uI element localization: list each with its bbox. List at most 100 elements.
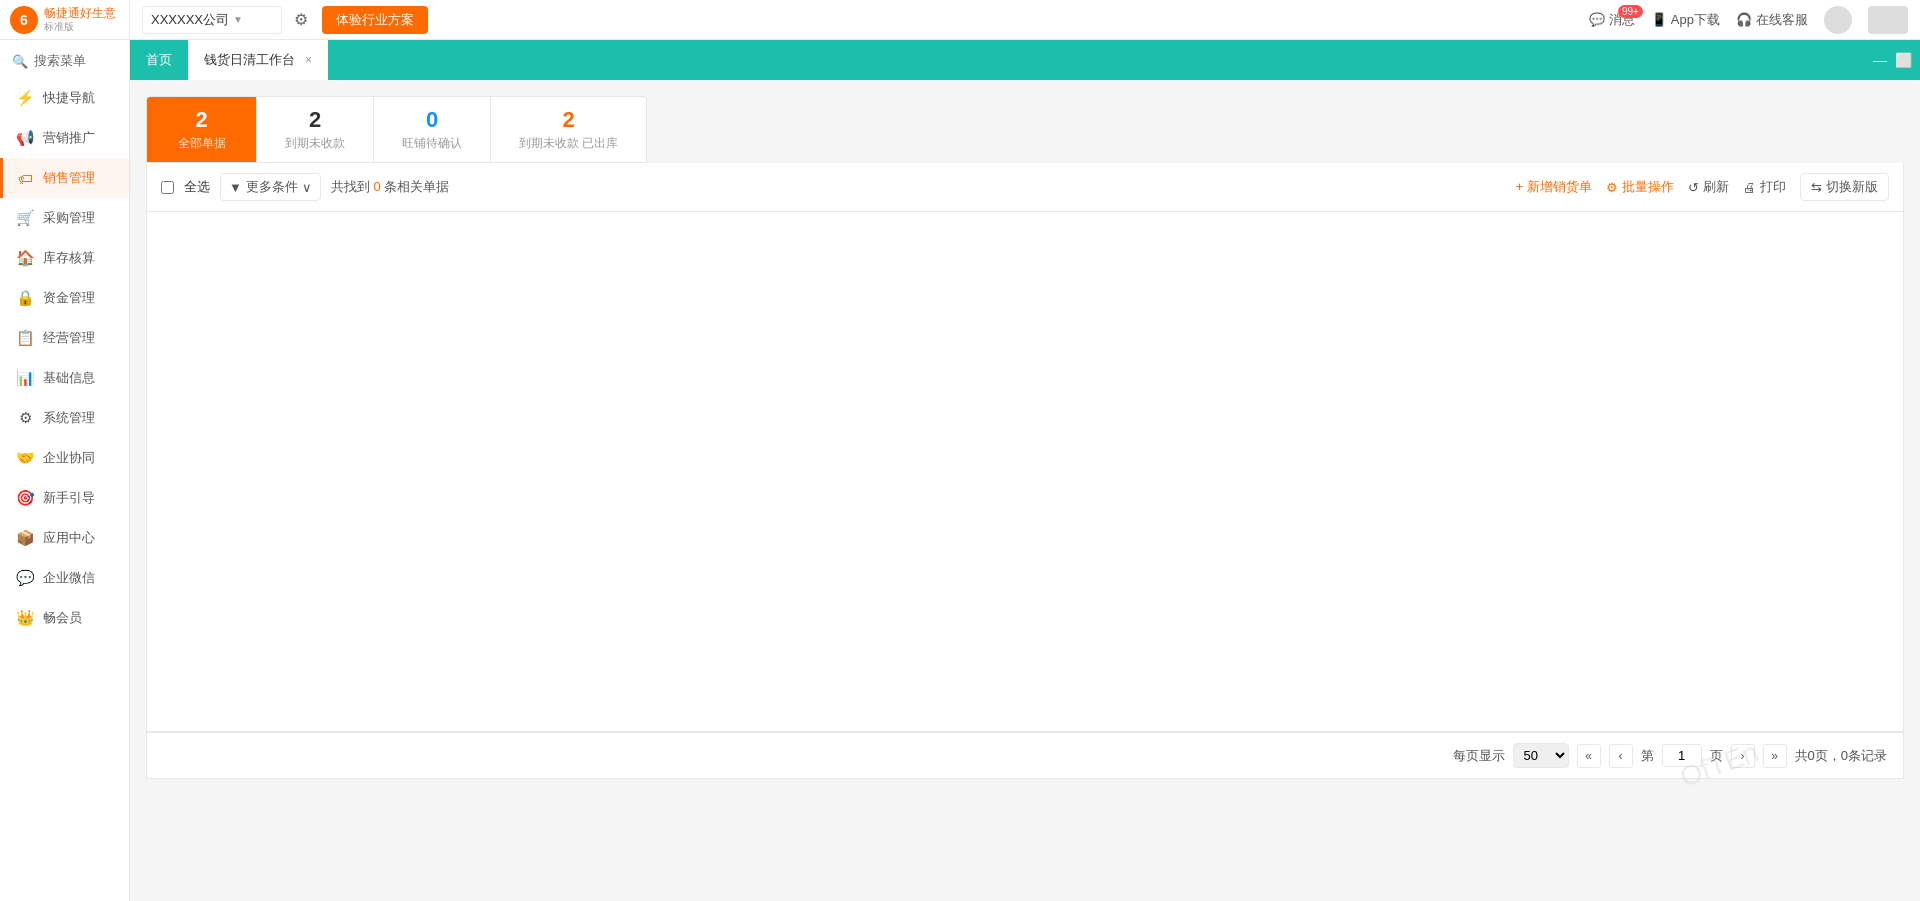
stat-label-all: 全部单据 bbox=[175, 135, 228, 152]
page-size-select[interactable]: 50 20 100 bbox=[1513, 743, 1569, 768]
sidebar-item-label: 企业微信 bbox=[43, 569, 95, 587]
stat-tab-overdue[interactable]: 2 到期未收款 bbox=[257, 97, 374, 162]
select-all-checkbox[interactable] bbox=[161, 181, 174, 194]
trial-button[interactable]: 体验行业方案 bbox=[322, 6, 428, 34]
search-menu[interactable]: 🔍 搜索菜单 bbox=[0, 44, 129, 78]
stats-tabs: 2 全部单据 2 到期未收款 0 旺铺待确认 2 到期未收款 已出库 bbox=[146, 96, 647, 163]
stat-tab-pending[interactable]: 0 旺铺待确认 bbox=[374, 97, 491, 162]
sales-icon: 🏷 bbox=[15, 168, 35, 188]
toolbar-right: + 新增销货单 ⚙ 批量操作 ↺ 刷新 🖨 打印 ⇆ 切换新版 bbox=[1516, 173, 1889, 201]
basic-info-icon: 📊 bbox=[15, 368, 35, 388]
toolbar-left: 全选 ▼ 更多条件 ∨ 共找到 0 条相关单据 bbox=[161, 173, 449, 201]
batch-icon: ⚙ bbox=[1606, 180, 1618, 195]
member-icon: 👑 bbox=[15, 608, 35, 628]
chevron-down-icon: ▼ bbox=[233, 14, 243, 25]
online-service-item[interactable]: 🎧 在线客服 bbox=[1736, 11, 1808, 29]
switch-icon: ⇆ bbox=[1811, 180, 1822, 195]
stat-num-out: 2 bbox=[519, 107, 618, 133]
batch-button[interactable]: ⚙ 批量操作 bbox=[1606, 178, 1674, 196]
dropdown-icon: ∨ bbox=[302, 180, 312, 195]
sidebar-item-sales[interactable]: 🏷 销售管理 bbox=[0, 158, 129, 198]
sidebar-item-beginner[interactable]: 🎯 新手引导 bbox=[0, 478, 129, 518]
app-center-icon: 📦 bbox=[15, 528, 35, 548]
sidebar-item-wechat[interactable]: 💬 企业微信 bbox=[0, 558, 129, 598]
tab-home[interactable]: 首页 bbox=[130, 40, 188, 80]
marketing-icon: 📢 bbox=[15, 128, 35, 148]
download-icon: 📱 bbox=[1651, 12, 1667, 27]
sidebar-item-inventory[interactable]: 🏠 库存核算 bbox=[0, 238, 129, 278]
messages-item[interactable]: 💬 消息 99+ bbox=[1589, 11, 1635, 29]
tab-label-cashier: 钱货日清工作台 bbox=[204, 51, 295, 69]
sidebar-item-label: 采购管理 bbox=[43, 209, 95, 227]
sidebar-item-enterprise[interactable]: 🤝 企业协同 bbox=[0, 438, 129, 478]
stat-num-pending: 0 bbox=[402, 107, 462, 133]
next-page-button[interactable]: › bbox=[1731, 744, 1755, 768]
settings-icon[interactable]: ⚙ bbox=[290, 6, 312, 33]
sidebar-item-member[interactable]: 👑 畅会员 bbox=[0, 598, 129, 638]
switch-version-button[interactable]: ⇆ 切换新版 bbox=[1800, 173, 1889, 201]
tab-close-cashier[interactable]: × bbox=[305, 53, 312, 67]
print-button[interactable]: 🖨 打印 bbox=[1743, 178, 1786, 196]
page-input[interactable] bbox=[1662, 744, 1702, 767]
stat-label-out: 到期未收款 已出库 bbox=[519, 135, 618, 152]
maximize-icon[interactable]: ⬜ bbox=[1895, 52, 1912, 68]
system-icon: ⚙ bbox=[15, 408, 35, 428]
tab-bar: 首页 钱货日清工作台 × — ⬜ bbox=[130, 40, 1920, 80]
company-selector[interactable]: XXXXXX公司 ▼ bbox=[142, 6, 282, 34]
sidebar-item-label: 营销推广 bbox=[43, 129, 95, 147]
sidebar-item-label: 系统管理 bbox=[43, 409, 95, 427]
filter-button[interactable]: ▼ 更多条件 ∨ bbox=[220, 173, 321, 201]
pagination-bar: 每页显示 50 20 100 « ‹ 第 页 › » 共0页，0条记录 bbox=[146, 732, 1904, 779]
avatar[interactable] bbox=[1824, 6, 1852, 34]
stat-num-all: 2 bbox=[175, 107, 228, 133]
first-page-button[interactable]: « bbox=[1577, 744, 1601, 768]
sidebar-item-label: 基础信息 bbox=[43, 369, 95, 387]
sidebar-item-operation[interactable]: 📋 经营管理 bbox=[0, 318, 129, 358]
sidebar-item-label: 销售管理 bbox=[43, 169, 95, 187]
refresh-icon: ↺ bbox=[1688, 180, 1699, 195]
sidebar-menu: 🔍 搜索菜单 ⚡ 快捷导航 📢 营销推广 🏷 销售管理 🛒 采购管理 🏠 库存核… bbox=[0, 40, 129, 901]
page-suffix: 页 bbox=[1710, 747, 1723, 765]
search-icon: 🔍 bbox=[12, 54, 28, 69]
table-area bbox=[146, 212, 1904, 732]
sidebar-item-finance[interactable]: 🔒 资金管理 bbox=[0, 278, 129, 318]
operation-icon: 📋 bbox=[15, 328, 35, 348]
inventory-icon: 🏠 bbox=[15, 248, 35, 268]
purchase-icon: 🛒 bbox=[15, 208, 35, 228]
minimize-icon[interactable]: — bbox=[1873, 52, 1887, 68]
add-order-button[interactable]: + 新增销货单 bbox=[1516, 178, 1592, 196]
main-content: 2 全部单据 2 到期未收款 0 旺铺待确认 2 到期未收款 已出库 全选 ▼ … bbox=[130, 80, 1920, 901]
tab-bar-actions: — ⬜ bbox=[1873, 52, 1920, 68]
message-icon: 💬 bbox=[1589, 12, 1605, 27]
app-download-item[interactable]: 📱 App下载 bbox=[1651, 11, 1720, 29]
tab-cashier[interactable]: 钱货日清工作台 × bbox=[188, 40, 328, 80]
sidebar-item-purchase[interactable]: 🛒 采购管理 bbox=[0, 198, 129, 238]
last-page-button[interactable]: » bbox=[1763, 744, 1787, 768]
sidebar-item-system[interactable]: ⚙ 系统管理 bbox=[0, 398, 129, 438]
sidebar-item-label: 库存核算 bbox=[43, 249, 95, 267]
company-name: XXXXXX公司 bbox=[151, 11, 229, 29]
stat-label-pending: 旺铺待确认 bbox=[402, 135, 462, 152]
top-bar: XXXXXX公司 ▼ ⚙ 体验行业方案 💬 消息 99+ 📱 App下载 🎧 在… bbox=[130, 0, 1920, 40]
prev-page-button[interactable]: ‹ bbox=[1609, 744, 1633, 768]
online-service-label: 在线客服 bbox=[1756, 11, 1808, 29]
stat-tab-out[interactable]: 2 到期未收款 已出库 bbox=[491, 97, 646, 162]
stat-num-overdue: 2 bbox=[285, 107, 345, 133]
page-label: 第 bbox=[1641, 747, 1654, 765]
tab-label-home: 首页 bbox=[146, 51, 172, 69]
stat-tab-all[interactable]: 2 全部单据 bbox=[147, 97, 257, 162]
finance-icon: 🔒 bbox=[15, 288, 35, 308]
user-name[interactable] bbox=[1868, 6, 1908, 34]
enterprise-icon: 🤝 bbox=[15, 448, 35, 468]
sidebar-item-label: 资金管理 bbox=[43, 289, 95, 307]
toolbar: 全选 ▼ 更多条件 ∨ 共找到 0 条相关单据 + 新增销货单 ⚙ 批量操作 ↺ bbox=[146, 163, 1904, 212]
logo-text: 畅捷通好生意 标准版 bbox=[44, 6, 116, 32]
messages-badge: 99+ bbox=[1618, 5, 1643, 18]
sidebar-item-label: 新手引导 bbox=[43, 489, 95, 507]
sidebar-item-basic-info[interactable]: 📊 基础信息 bbox=[0, 358, 129, 398]
sidebar-item-marketing[interactable]: 📢 营销推广 bbox=[0, 118, 129, 158]
sidebar-item-app-center[interactable]: 📦 应用中心 bbox=[0, 518, 129, 558]
sidebar-item-quick-nav[interactable]: ⚡ 快捷导航 bbox=[0, 78, 129, 118]
refresh-button[interactable]: ↺ 刷新 bbox=[1688, 178, 1729, 196]
select-all-label: 全选 bbox=[184, 178, 210, 196]
